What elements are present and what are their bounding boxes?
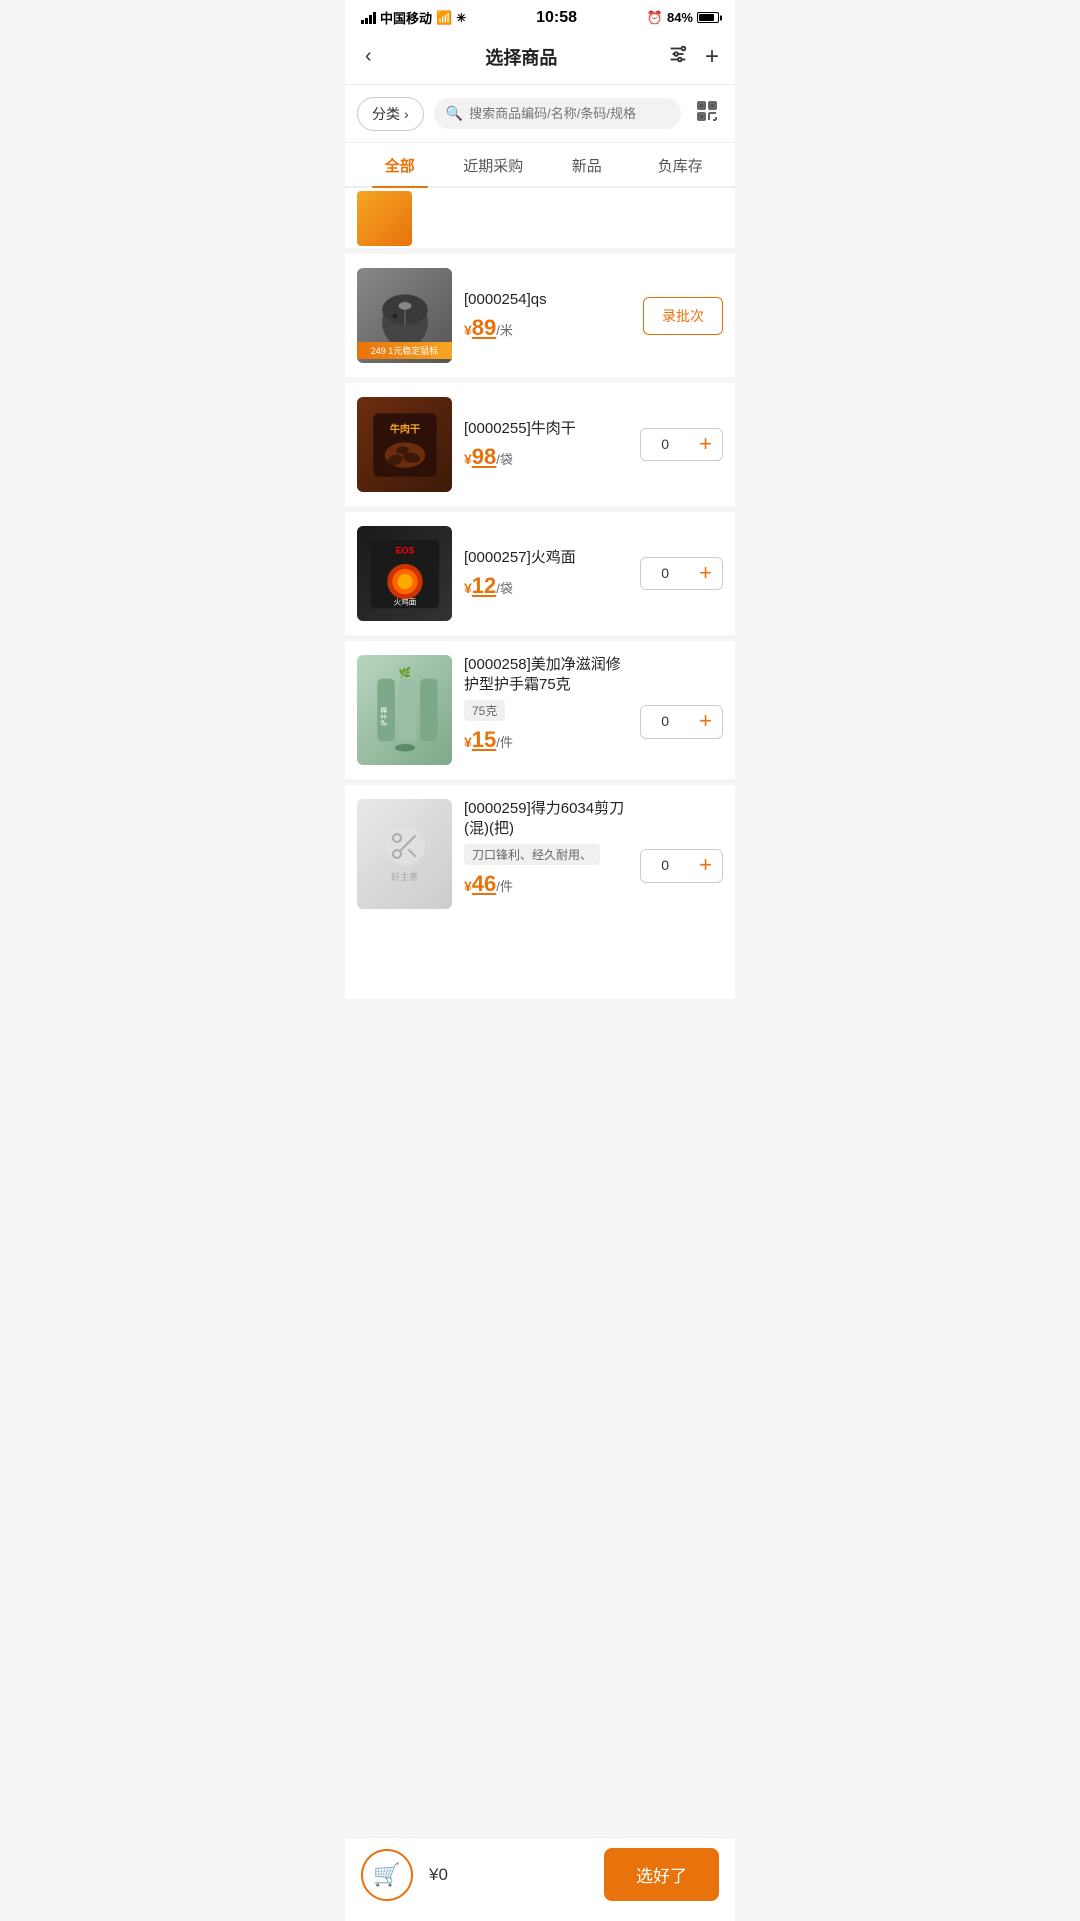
qty-display-0000257: 0 [641,558,689,590]
product-item: 护手霜 🌿 [0000258]美加净滋润修护型护手霜75克 75克 ¥15/件 … [345,641,735,779]
qty-control-0000255: 0 + [640,428,723,462]
back-button[interactable]: ‹ [361,41,376,72]
product-list: 249 1元稳定鼠标 [0000254]qs ¥89/米 录批次 牛肉干 [00… [345,188,735,999]
page-title: 选择商品 [485,44,557,70]
qty-display-0000258: 0 [641,706,689,738]
product-name-0000254: [0000254]qs [464,290,631,310]
qty-plus-0000257[interactable]: + [689,558,722,589]
tabs-row: 全部 近期采购 新品 负库存 [345,143,735,188]
qty-display-0000255: 0 [641,429,689,461]
qty-display-0000259: 0 [641,850,689,882]
product-price-0000258: ¥15/件 [464,727,628,753]
qty-control-0000259: 0 + [640,849,723,883]
status-bar: 中国移动 📶 ✳ 10:58 ⏰ 84% [345,0,735,31]
header-actions: + [667,43,719,71]
search-icon: 🔍 [446,105,463,122]
tab-negative[interactable]: 负库存 [634,143,728,186]
product-price-0000254: ¥89/米 [464,315,631,341]
product-info-0000257: [0000257]火鸡面 ¥12/袋 [464,548,628,600]
product-badge-0000254: 249 1元稳定鼠标 [357,342,452,359]
bottom-bar: 🛒 ¥0 选好了 [345,1837,735,1921]
product-action-0000255: 0 + [640,428,723,462]
category-label: 分类 [372,104,400,124]
product-info-0000259: [0000259]得力6034剪刀(混)(把) 刀口锋利、经久耐用、 ¥46/件 [464,799,628,897]
scissors-logo-mark [385,826,425,866]
sync-icon: ✳ [456,11,466,25]
product-info-0000255: [0000255]牛肉干 ¥98/袋 [464,419,628,471]
product-item: 好主意 [0000259]得力6034剪刀(混)(把) 刀口锋利、经久耐用、 ¥… [345,785,735,999]
qty-plus-0000258[interactable]: + [689,706,722,737]
qty-plus-0000259[interactable]: + [689,850,722,881]
category-button[interactable]: 分类 › [357,97,424,131]
product-action-0000258: 0 + [640,655,723,739]
status-time: 10:58 [536,9,577,27]
svg-text:EOS: EOS [395,545,414,555]
product-image-0000254: 249 1元稳定鼠标 [357,268,452,363]
product-action-0000259: 0 + [640,799,723,883]
product-item: 249 1元稳定鼠标 [0000254]qs ¥89/米 录批次 [345,254,735,377]
product-image-0000259: 好主意 [357,799,452,909]
svg-text:🌿: 🌿 [398,666,411,679]
product-name-0000259: [0000259]得力6034剪刀(混)(把) [464,799,628,838]
product-image-0000258: 护手霜 🌿 [357,655,452,765]
product-price-0000257: ¥12/袋 [464,573,628,599]
status-left: 中国移动 📶 ✳ [361,8,466,27]
search-input[interactable] [469,106,669,121]
svg-text:火鸡面: 火鸡面 [393,596,416,606]
product-tag-0000259: 刀口锋利、经久耐用、 [464,844,600,865]
tab-new-label: 新品 [572,158,602,175]
product-action-0000257: 0 + [640,557,723,591]
add-icon[interactable]: + [705,43,719,71]
filter-icon[interactable] [667,43,689,70]
carrier-label: 中国移动 [380,8,432,27]
product-info-0000258: [0000258]美加净滋润修护型护手霜75克 75克 ¥15/件 [464,655,628,753]
product-tag-0000258: 75克 [464,700,505,721]
category-chevron: › [404,106,409,122]
product-price-0000255: ¥98/袋 [464,444,628,470]
product-info-0000254: [0000254]qs ¥89/米 [464,290,631,342]
cart-icon[interactable]: 🛒 [361,1849,413,1901]
record-batch-button-0000254[interactable]: 录批次 [643,297,723,335]
svg-text:护手霜: 护手霜 [379,707,388,726]
scissors-logo-text: 好主意 [391,870,418,883]
qty-control-0000257: 0 + [640,557,723,591]
tab-new[interactable]: 新品 [540,143,634,186]
qty-plus-0000255[interactable]: + [689,429,722,460]
svg-text:牛肉干: 牛肉干 [389,422,419,435]
cart-total: ¥0 [429,1865,588,1885]
signal-icon [361,12,376,24]
product-item: 牛肉干 [0000255]牛肉干 ¥98/袋 0 + [345,383,735,506]
status-right: ⏰ 84% [647,10,719,26]
wifi-icon: 📶 [436,10,452,26]
product-image-0000255: 牛肉干 [357,397,452,492]
tab-all[interactable]: 全部 [353,143,447,186]
search-input-wrap: 🔍 [434,98,681,129]
product-name-0000257: [0000257]火鸡面 [464,548,628,568]
alarm-icon: ⏰ [647,10,663,26]
product-action-0000254: 录批次 [643,297,723,335]
qty-control-0000258: 0 + [640,705,723,739]
partial-product-item [345,188,735,248]
product-image-0000257: EOS 火鸡面 [357,526,452,621]
product-item: EOS 火鸡面 [0000257]火鸡面 ¥12/袋 0 + [345,512,735,635]
product-price-0000259: ¥46/件 [464,871,628,897]
battery-icon [697,12,719,23]
tab-recent-label: 近期采购 [463,158,523,175]
tab-recent[interactable]: 近期采购 [447,143,541,186]
search-row: 分类 › 🔍 [345,85,735,143]
scan-icon[interactable] [691,95,723,132]
product-name-0000258: [0000258]美加净滋润修护型护手霜75克 [464,655,628,694]
header: ‹ 选择商品 + [345,31,735,85]
battery-percent: 84% [667,10,693,25]
partial-product-image [357,191,412,246]
product-name-0000255: [0000255]牛肉干 [464,419,628,439]
confirm-button[interactable]: 选好了 [604,1848,719,1901]
tab-negative-label: 负库存 [658,158,703,175]
cart-icon-symbol: 🛒 [373,1862,400,1888]
tab-all-label: 全部 [385,158,415,175]
